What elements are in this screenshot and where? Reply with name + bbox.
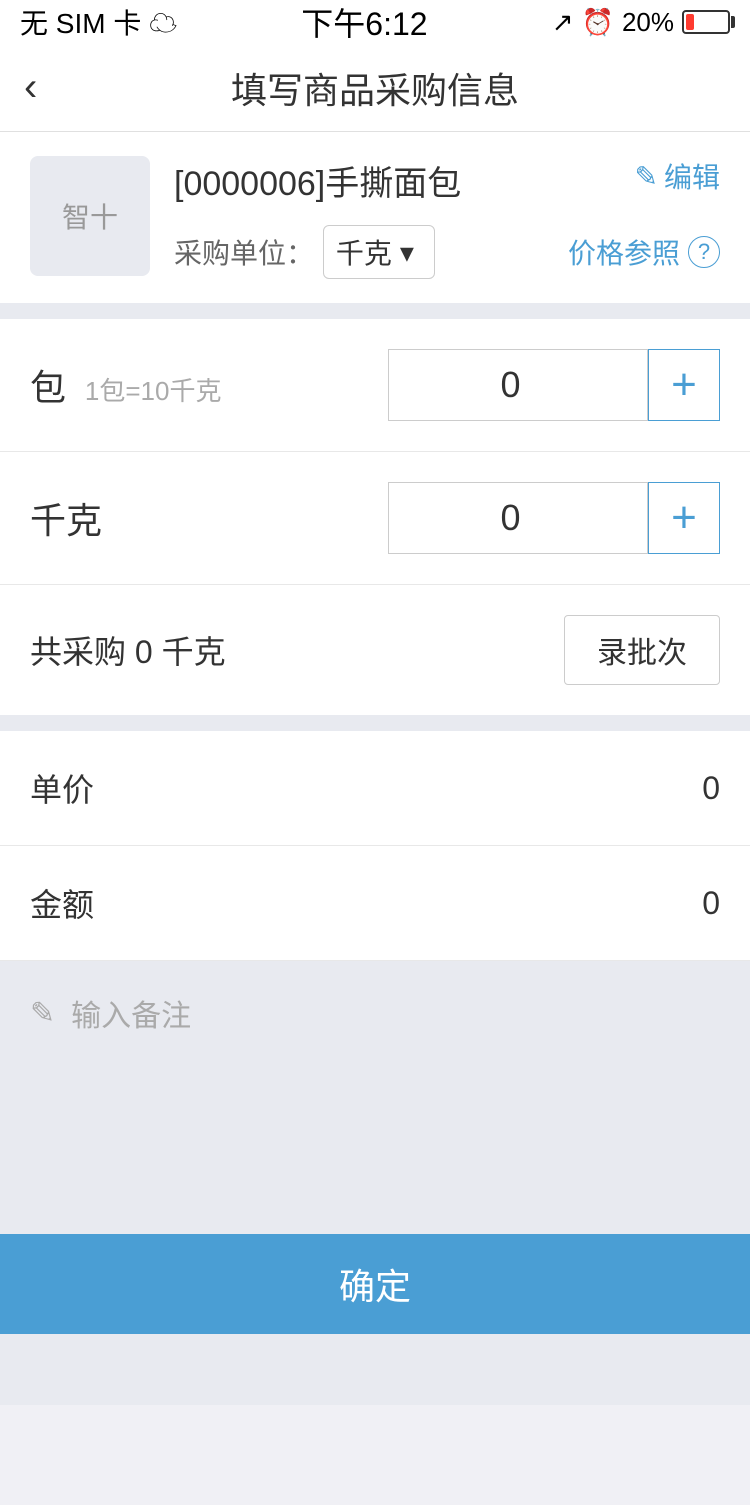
product-info: [0000006]手撕面包 ✎ 编辑 采购单位： 千克 ▾ 价格参照 ? (174, 156, 720, 279)
product-image: 智十 (30, 156, 150, 276)
batch-button[interactable]: 录批次 (564, 615, 720, 685)
alarm-icon: ⏰ (582, 7, 614, 38)
bao-plus-button[interactable]: + (648, 349, 720, 421)
location-icon: ↗ (552, 7, 574, 38)
kg-input-row: 千克 + (0, 452, 750, 585)
price-ref-button[interactable]: 价格参照 ? (568, 232, 720, 272)
edit-label: 编辑 (664, 156, 720, 196)
note-section[interactable]: ✎ 输入备注 (0, 961, 750, 1065)
unit-price-label: 单价 (30, 765, 94, 811)
amount-label: 金额 (30, 880, 94, 926)
product-logo-text: 智十 (62, 196, 118, 236)
note-input-placeholder: 输入备注 (71, 991, 191, 1035)
bao-label: 包 (30, 367, 66, 408)
edit-button[interactable]: ✎ 编辑 (635, 156, 720, 196)
edit-icon: ✎ (635, 160, 658, 193)
product-name: [0000006]手撕面包 (174, 156, 461, 205)
status-left: 无 SIM 卡 ☁ (20, 2, 177, 42)
back-button[interactable]: ‹ (24, 65, 37, 110)
page-title: 填写商品采购信息 (231, 62, 519, 114)
kg-label: 千克 (30, 500, 102, 541)
dropdown-arrow-icon: ▾ (400, 236, 414, 269)
help-icon: ? (688, 236, 720, 268)
amount-row: 金额 0 (0, 846, 750, 961)
battery-icon (682, 10, 730, 34)
battery-fill (686, 14, 694, 30)
unit-selector: 采购单位： 千克 ▾ (174, 225, 435, 279)
product-card: 智十 [0000006]手撕面包 ✎ 编辑 采购单位： 千克 ▾ (0, 132, 750, 311)
unit-price-row: 单价 0 (0, 731, 750, 846)
bao-sublabel: 1包=10千克 (85, 376, 222, 406)
summary-text: 共采购 0 千克 (30, 627, 226, 673)
kg-input[interactable] (388, 482, 648, 554)
unit-price-value: 0 (702, 770, 720, 807)
price-section: 单价 0 金额 0 (0, 731, 750, 961)
pencil-icon: ✎ (30, 996, 55, 1031)
summary-row: 共采购 0 千克 录批次 (0, 585, 750, 723)
status-bar: 无 SIM 卡 ☁ 下午6:12 ↗ ⏰ 20% (0, 0, 750, 44)
divider-1 (0, 311, 750, 319)
confirm-button[interactable]: 确定 (0, 1234, 750, 1334)
bao-input-right: + (388, 349, 720, 421)
unit-label: 采购单位： (174, 238, 314, 269)
bao-label-group: 包 1包=10千克 (30, 359, 221, 411)
amount-value: 0 (702, 885, 720, 922)
battery-percent: 20% (622, 7, 674, 38)
no-sim-text: 无 SIM 卡 ☁ (20, 2, 177, 42)
unit-value: 千克 (336, 232, 392, 272)
input-section: 包 1包=10千克 + 千克 + (0, 319, 750, 585)
price-ref-label: 价格参照 (568, 232, 680, 272)
nav-bar: ‹ 填写商品采购信息 (0, 44, 750, 132)
kg-label-group: 千克 (30, 492, 102, 544)
product-unit-row: 采购单位： 千克 ▾ 价格参照 ? (174, 225, 720, 279)
status-time: 下午6:12 (301, 0, 427, 45)
status-right: ↗ ⏰ 20% (552, 7, 730, 38)
kg-input-right: + (388, 482, 720, 554)
divider-2 (0, 723, 750, 731)
product-header: [0000006]手撕面包 ✎ 编辑 (174, 156, 720, 205)
kg-plus-button[interactable]: + (648, 482, 720, 554)
unit-dropdown[interactable]: 千克 ▾ (323, 225, 435, 279)
bao-input-row: 包 1包=10千克 + (0, 319, 750, 452)
bao-input[interactable] (388, 349, 648, 421)
